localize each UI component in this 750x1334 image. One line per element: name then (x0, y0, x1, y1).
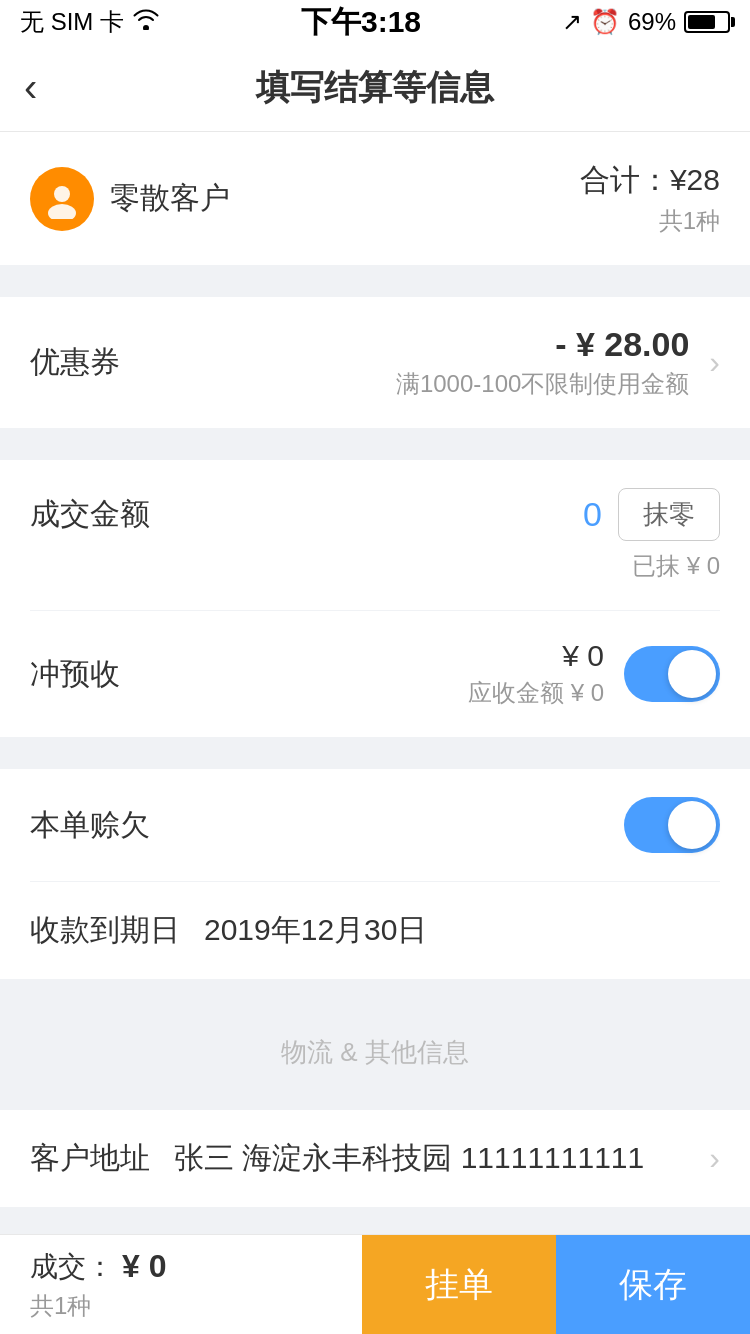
transaction-value[interactable]: 0 (562, 495, 602, 534)
back-button[interactable]: ‹ (24, 65, 37, 110)
status-left: 无 SIM 卡 (20, 6, 160, 38)
debt-toggle-knob (668, 801, 716, 849)
bottom-count: 共1种 (30, 1290, 332, 1322)
deal-label: 成交： (30, 1248, 114, 1286)
coupon-row[interactable]: 优惠券 - ¥ 28.00 满1000-100不限制使用金额 › (0, 297, 750, 428)
bottom-bar: 成交： ¥ 0 共1种 挂单 保存 (0, 1234, 750, 1334)
round-zero-button[interactable]: 抹零 (618, 488, 720, 541)
location-icon: ↗ (562, 8, 582, 36)
deal-amount: ¥ 0 (122, 1248, 166, 1285)
prereceive-values: ¥ 0 应收金额 ¥ 0 (468, 639, 604, 709)
total-amount: 合计：¥28 (580, 160, 720, 201)
amount-row: 0 抹零 (562, 488, 720, 541)
wifi-icon (132, 8, 160, 36)
coupon-discount: - ¥ 28.00 (396, 325, 689, 364)
customer-right: 合计：¥28 共1种 (580, 160, 720, 237)
duedate-value: 2019年12月30日 (204, 910, 427, 951)
coupon-section[interactable]: 优惠券 - ¥ 28.00 满1000-100不限制使用金额 › (0, 297, 750, 428)
prereceive-row: 冲预收 ¥ 0 应收金额 ¥ 0 (0, 611, 750, 737)
page-title: 填写结算等信息 (256, 65, 494, 111)
main-content: 零散客户 合计：¥28 共1种 优惠券 - ¥ 28.00 满1000-100不… (0, 132, 750, 1334)
debt-row: 本单赊欠 (0, 769, 750, 881)
status-right: ↗ ⏰ 69% (562, 8, 730, 36)
toggle-knob (668, 650, 716, 698)
transaction-top: 成交金额 0 抹零 (0, 460, 750, 549)
customer-left: 零散客户 (30, 167, 230, 231)
avatar (30, 167, 94, 231)
battery-percent: 69% (628, 8, 676, 36)
debt-label: 本单赊欠 (30, 805, 150, 846)
alarm-icon: ⏰ (590, 8, 620, 36)
logistics-header: 物流 & 其他信息 (0, 1011, 750, 1094)
sim-text: 无 SIM 卡 (20, 6, 124, 38)
status-time: 下午3:18 (301, 2, 421, 43)
coupon-description: 满1000-100不限制使用金额 (396, 368, 689, 400)
prereceive-amount: ¥ 0 (468, 639, 604, 673)
coupon-detail: - ¥ 28.00 满1000-100不限制使用金额 (396, 325, 689, 400)
bottom-summary: 成交： ¥ 0 共1种 (0, 1248, 362, 1322)
customer-section: 零散客户 合计：¥28 共1种 (0, 132, 750, 265)
bottom-deal-row: 成交： ¥ 0 (30, 1248, 332, 1286)
svg-point-0 (54, 186, 70, 202)
already-deducted: 已抹 ¥ 0 (632, 552, 720, 579)
divider-5 (0, 1094, 750, 1110)
chevron-right-icon: › (709, 344, 720, 381)
logistics-title: 物流 & 其他信息 (281, 1037, 469, 1067)
status-bar: 无 SIM 卡 下午3:18 ↗ ⏰ 69% (0, 0, 750, 44)
address-section[interactable]: 客户地址 张三 海淀永丰科技园 11111111111 › (0, 1110, 750, 1207)
debt-toggle[interactable] (624, 797, 720, 853)
prereceive-right: ¥ 0 应收金额 ¥ 0 (468, 639, 720, 709)
divider-1 (0, 281, 750, 297)
svg-point-1 (48, 204, 76, 219)
save-label: 保存 (619, 1262, 687, 1308)
coupon-label: 优惠券 (30, 342, 120, 383)
save-button[interactable]: 保存 (556, 1235, 750, 1335)
prereceive-toggle[interactable] (624, 646, 720, 702)
duedate-label: 收款到期日 (30, 910, 180, 951)
duedate-row: 收款到期日 2019年12月30日 (0, 882, 750, 979)
transaction-section: 成交金额 0 抹零 已抹 ¥ 0 (0, 460, 750, 610)
customer-name: 零散客户 (110, 178, 230, 219)
customer-row: 零散客户 合计：¥28 共1种 (0, 132, 750, 265)
prereceive-receivable: 应收金额 ¥ 0 (468, 677, 604, 709)
hang-single-button[interactable]: 挂单 (362, 1235, 556, 1335)
transaction-label: 成交金额 (30, 494, 150, 535)
transaction-bottom: 已抹 ¥ 0 (0, 549, 750, 610)
nav-bar: ‹ 填写结算等信息 (0, 44, 750, 132)
divider-2 (0, 444, 750, 460)
divider-3 (0, 753, 750, 769)
debt-section: 本单赊欠 收款到期日 2019年12月30日 (0, 769, 750, 979)
address-value: 张三 海淀永丰科技园 11111111111 (174, 1138, 701, 1179)
coupon-right-area: - ¥ 28.00 满1000-100不限制使用金额 › (120, 325, 720, 400)
address-label: 客户地址 (30, 1138, 150, 1179)
address-row[interactable]: 客户地址 张三 海淀永丰科技园 11111111111 › (0, 1110, 750, 1207)
battery-icon (684, 11, 730, 33)
prereceive-label: 冲预收 (30, 654, 120, 695)
prereceive-section: 冲预收 ¥ 0 应收金额 ¥ 0 (0, 610, 750, 737)
total-count: 共1种 (580, 205, 720, 237)
address-chevron-icon: › (709, 1140, 720, 1177)
divider-4 (0, 995, 750, 1011)
hang-single-label: 挂单 (425, 1262, 493, 1308)
